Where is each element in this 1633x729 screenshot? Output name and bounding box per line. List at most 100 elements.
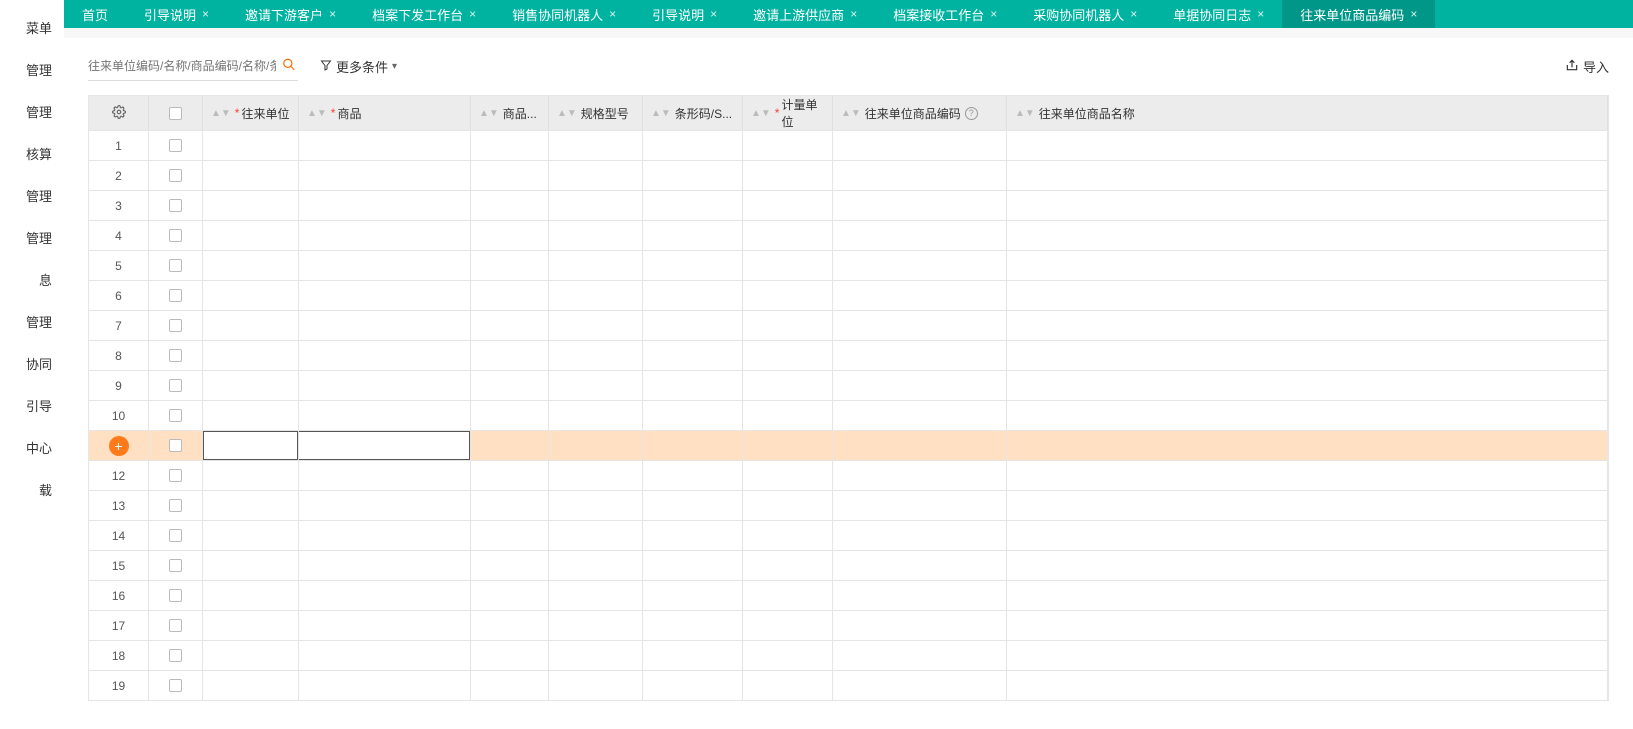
row-checkbox[interactable] (169, 229, 182, 242)
cell[interactable] (643, 521, 743, 550)
cell[interactable] (299, 281, 471, 310)
cell[interactable] (299, 191, 471, 220)
col-org-prod-code[interactable]: ▲▼往来单位商品编码? (833, 96, 1007, 130)
sidebar-item[interactable]: 管理 (0, 90, 60, 132)
cell[interactable] (1007, 551, 1608, 580)
cell[interactable] (549, 461, 643, 490)
cell[interactable] (471, 491, 549, 520)
cell[interactable] (743, 461, 833, 490)
row-checkbox[interactable] (169, 619, 182, 632)
cell[interactable] (643, 191, 743, 220)
close-icon[interactable]: × (990, 7, 997, 21)
cell[interactable] (549, 161, 643, 190)
cell[interactable] (1007, 461, 1608, 490)
cell[interactable] (549, 521, 643, 550)
cell[interactable] (299, 311, 471, 340)
col-org[interactable]: ▲▼*往来单位 (203, 96, 299, 130)
cell[interactable] (743, 371, 833, 400)
cell[interactable] (833, 641, 1007, 670)
cell[interactable] (203, 161, 299, 190)
row-checkbox[interactable] (169, 439, 182, 452)
cell[interactable] (203, 491, 299, 520)
cell[interactable] (299, 431, 471, 460)
cell[interactable] (643, 461, 743, 490)
cell[interactable] (549, 191, 643, 220)
cell[interactable] (643, 371, 743, 400)
cell[interactable] (549, 401, 643, 430)
table-row[interactable]: 9 (89, 370, 1608, 400)
cell[interactable] (743, 161, 833, 190)
cell[interactable] (833, 611, 1007, 640)
cell[interactable] (471, 461, 549, 490)
cell[interactable] (1007, 281, 1608, 310)
cell[interactable] (743, 551, 833, 580)
cell[interactable] (743, 251, 833, 280)
cell[interactable] (471, 431, 549, 460)
cell[interactable] (743, 131, 833, 160)
cell[interactable] (833, 341, 1007, 370)
cell[interactable] (549, 491, 643, 520)
row-checkbox[interactable] (169, 169, 182, 182)
cell[interactable] (743, 431, 833, 460)
cell[interactable] (1007, 371, 1608, 400)
cell[interactable] (203, 221, 299, 250)
cell[interactable] (743, 401, 833, 430)
col-spec[interactable]: ▲▼规格型号 (549, 96, 643, 130)
cell[interactable] (833, 431, 1007, 460)
cell[interactable] (299, 521, 471, 550)
col-prod-name[interactable]: ▲▼商品... (471, 96, 549, 130)
table-insert-row[interactable]: + (89, 430, 1608, 460)
cell[interactable] (471, 581, 549, 610)
sidebar-item[interactable]: 协同 (0, 342, 60, 384)
table-row[interactable]: 12 (89, 460, 1608, 490)
cell[interactable] (203, 131, 299, 160)
cell[interactable] (1007, 221, 1608, 250)
cell[interactable] (299, 401, 471, 430)
cell[interactable] (471, 131, 549, 160)
row-checkbox[interactable] (169, 469, 182, 482)
cell[interactable] (471, 161, 549, 190)
cell[interactable] (549, 341, 643, 370)
cell[interactable] (471, 551, 549, 580)
cell[interactable] (299, 251, 471, 280)
cell[interactable] (203, 191, 299, 220)
cell[interactable] (1007, 581, 1608, 610)
cell[interactable] (299, 131, 471, 160)
table-row[interactable]: 13 (89, 490, 1608, 520)
cell[interactable] (471, 341, 549, 370)
table-row[interactable]: 15 (89, 550, 1608, 580)
cell[interactable] (203, 461, 299, 490)
tab[interactable]: 档案接收工作台× (875, 0, 1015, 28)
cell[interactable] (743, 341, 833, 370)
cell[interactable] (299, 551, 471, 580)
close-icon[interactable]: × (609, 7, 616, 21)
cell[interactable] (743, 611, 833, 640)
cell[interactable] (743, 311, 833, 340)
cell[interactable] (471, 401, 549, 430)
cell[interactable] (471, 251, 549, 280)
row-checkbox[interactable] (169, 679, 182, 692)
cell[interactable] (833, 191, 1007, 220)
row-checkbox[interactable] (169, 349, 182, 362)
cell[interactable] (549, 131, 643, 160)
table-row[interactable]: 6 (89, 280, 1608, 310)
tab[interactable]: 销售协同机器人× (494, 0, 634, 28)
row-checkbox[interactable] (169, 139, 182, 152)
row-checkbox[interactable] (169, 199, 182, 212)
cell[interactable] (743, 671, 833, 700)
cell[interactable] (643, 161, 743, 190)
row-checkbox[interactable] (169, 529, 182, 542)
col-prod[interactable]: ▲▼*商品 (299, 96, 471, 130)
cell[interactable] (833, 221, 1007, 250)
cell[interactable] (299, 641, 471, 670)
cell[interactable] (643, 611, 743, 640)
cell[interactable] (203, 431, 299, 460)
cell[interactable] (299, 371, 471, 400)
sidebar-item[interactable]: 管理 (0, 216, 60, 258)
cell[interactable] (643, 671, 743, 700)
cell[interactable] (833, 581, 1007, 610)
close-icon[interactable]: × (1257, 7, 1264, 21)
table-row[interactable]: 4 (89, 220, 1608, 250)
cell[interactable] (299, 491, 471, 520)
cell[interactable] (203, 521, 299, 550)
